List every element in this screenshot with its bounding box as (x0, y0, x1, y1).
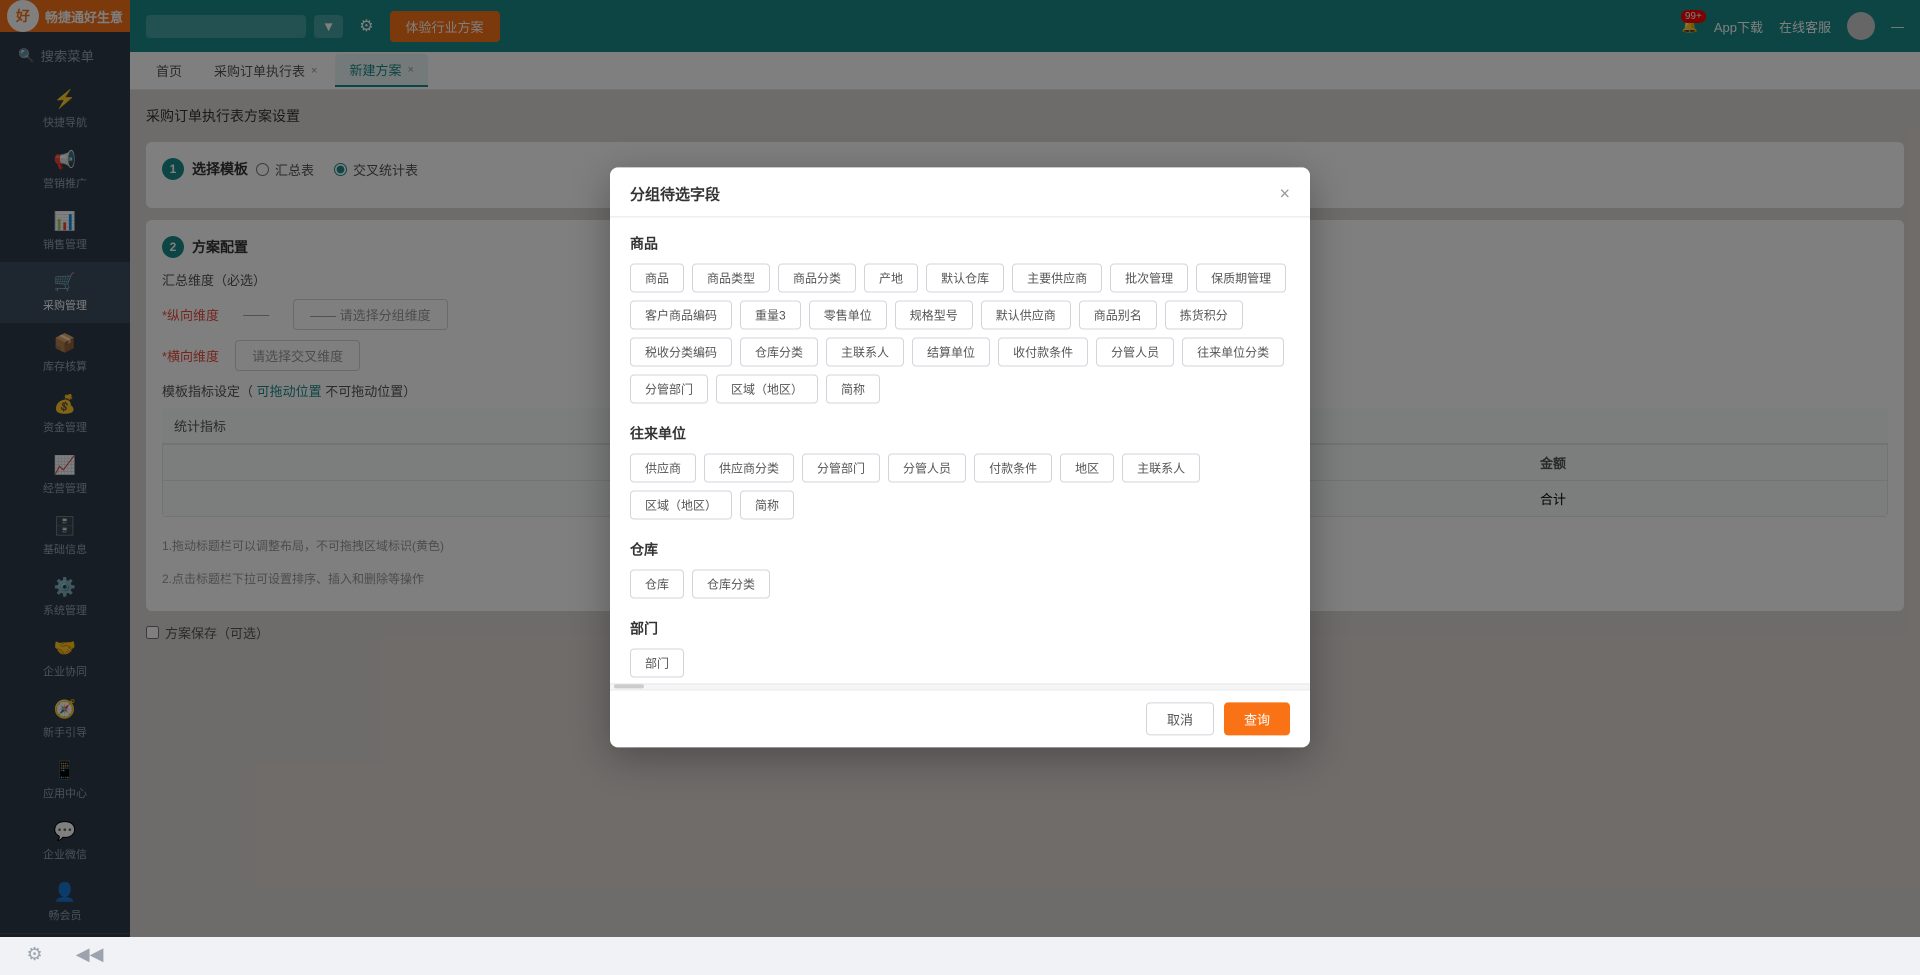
chip-partner-8[interactable]: 简称 (740, 490, 794, 519)
chip-product-1[interactable]: 商品类型 (692, 263, 770, 292)
chip-warehouse-1[interactable]: 仓库分类 (692, 569, 770, 598)
chip-product-13[interactable]: 商品别名 (1079, 300, 1157, 329)
chip-product-17[interactable]: 主联系人 (826, 337, 904, 366)
chip-product-7[interactable]: 保质期管理 (1196, 263, 1286, 292)
modal-body: 商品 商品 商品类型 商品分类 产地 默认仓库 主要供应商 批次管理 保质期管理… (610, 217, 1310, 683)
chip-product-21[interactable]: 往来单位分类 (1182, 337, 1284, 366)
settings-bottom-icon[interactable]: ⚙ (27, 944, 43, 965)
scrollbar-thumb[interactable] (614, 684, 644, 688)
chip-product-22[interactable]: 分管部门 (630, 374, 708, 403)
field-chips-product: 商品 商品类型 商品分类 产地 默认仓库 主要供应商 批次管理 保质期管理 客户… (630, 263, 1290, 403)
modal-field-select: 分组待选字段 × 商品 商品 商品类型 商品分类 产地 默认仓库 主要供应商 批… (610, 167, 1310, 747)
chip-product-0[interactable]: 商品 (630, 263, 684, 292)
chip-product-16[interactable]: 仓库分类 (740, 337, 818, 366)
chip-product-20[interactable]: 分管人员 (1096, 337, 1174, 366)
field-chips-partner: 供应商 供应商分类 分管部门 分管人员 付款条件 地区 主联系人 区域（地区） … (630, 453, 1290, 519)
chip-product-3[interactable]: 产地 (864, 263, 918, 292)
field-group-warehouse-title: 仓库 (630, 539, 1290, 559)
chip-product-24[interactable]: 简称 (826, 374, 880, 403)
chip-product-2[interactable]: 商品分类 (778, 263, 856, 292)
field-group-partner-title: 往来单位 (630, 423, 1290, 443)
sidebar-bottom: ⚙ ◀◀ (0, 933, 130, 975)
chip-product-10[interactable]: 零售单位 (809, 300, 887, 329)
chip-partner-3[interactable]: 分管人员 (888, 453, 966, 482)
field-group-department: 部门 部门 (630, 618, 1290, 677)
chip-partner-0[interactable]: 供应商 (630, 453, 696, 482)
chip-product-23[interactable]: 区域（地区） (716, 374, 818, 403)
field-group-product-title: 商品 (630, 233, 1290, 253)
modal-footer: 取消 查询 (610, 689, 1310, 747)
modal-scrollbar-area (610, 683, 1310, 689)
audio-bottom-icon[interactable]: ◀◀ (76, 944, 104, 965)
chip-product-19[interactable]: 收付款条件 (998, 337, 1088, 366)
chip-product-5[interactable]: 主要供应商 (1012, 263, 1102, 292)
chip-partner-1[interactable]: 供应商分类 (704, 453, 794, 482)
chip-partner-2[interactable]: 分管部门 (802, 453, 880, 482)
chip-product-14[interactable]: 拣货积分 (1165, 300, 1243, 329)
field-group-department-title: 部门 (630, 618, 1290, 638)
modal-title: 分组待选字段 (630, 183, 720, 204)
chip-product-12[interactable]: 默认供应商 (981, 300, 1071, 329)
field-chips-department: 部门 (630, 648, 1290, 677)
chip-product-18[interactable]: 结算单位 (912, 337, 990, 366)
scrollbar-track (610, 683, 1310, 689)
chip-product-4[interactable]: 默认仓库 (926, 263, 1004, 292)
modal-cancel-button[interactable]: 取消 (1146, 702, 1214, 735)
chip-partner-7[interactable]: 区域（地区） (630, 490, 732, 519)
chip-product-9[interactable]: 重量3 (740, 300, 801, 329)
modal-confirm-button[interactable]: 查询 (1224, 702, 1290, 735)
modal-header: 分组待选字段 × (610, 167, 1310, 217)
chip-warehouse-0[interactable]: 仓库 (630, 569, 684, 598)
chip-partner-6[interactable]: 主联系人 (1122, 453, 1200, 482)
chip-product-8[interactable]: 客户商品编码 (630, 300, 732, 329)
field-group-warehouse: 仓库 仓库 仓库分类 (630, 539, 1290, 598)
chip-department-0[interactable]: 部门 (630, 648, 684, 677)
field-chips-warehouse: 仓库 仓库分类 (630, 569, 1290, 598)
chip-product-11[interactable]: 规格型号 (895, 300, 973, 329)
modal-close-button[interactable]: × (1279, 183, 1290, 204)
chip-product-6[interactable]: 批次管理 (1110, 263, 1188, 292)
chip-partner-5[interactable]: 地区 (1060, 453, 1114, 482)
chip-product-15[interactable]: 税收分类编码 (630, 337, 732, 366)
field-group-product: 商品 商品 商品类型 商品分类 产地 默认仓库 主要供应商 批次管理 保质期管理… (630, 233, 1290, 403)
chip-partner-4[interactable]: 付款条件 (974, 453, 1052, 482)
field-group-partner: 往来单位 供应商 供应商分类 分管部门 分管人员 付款条件 地区 主联系人 区域… (630, 423, 1290, 519)
